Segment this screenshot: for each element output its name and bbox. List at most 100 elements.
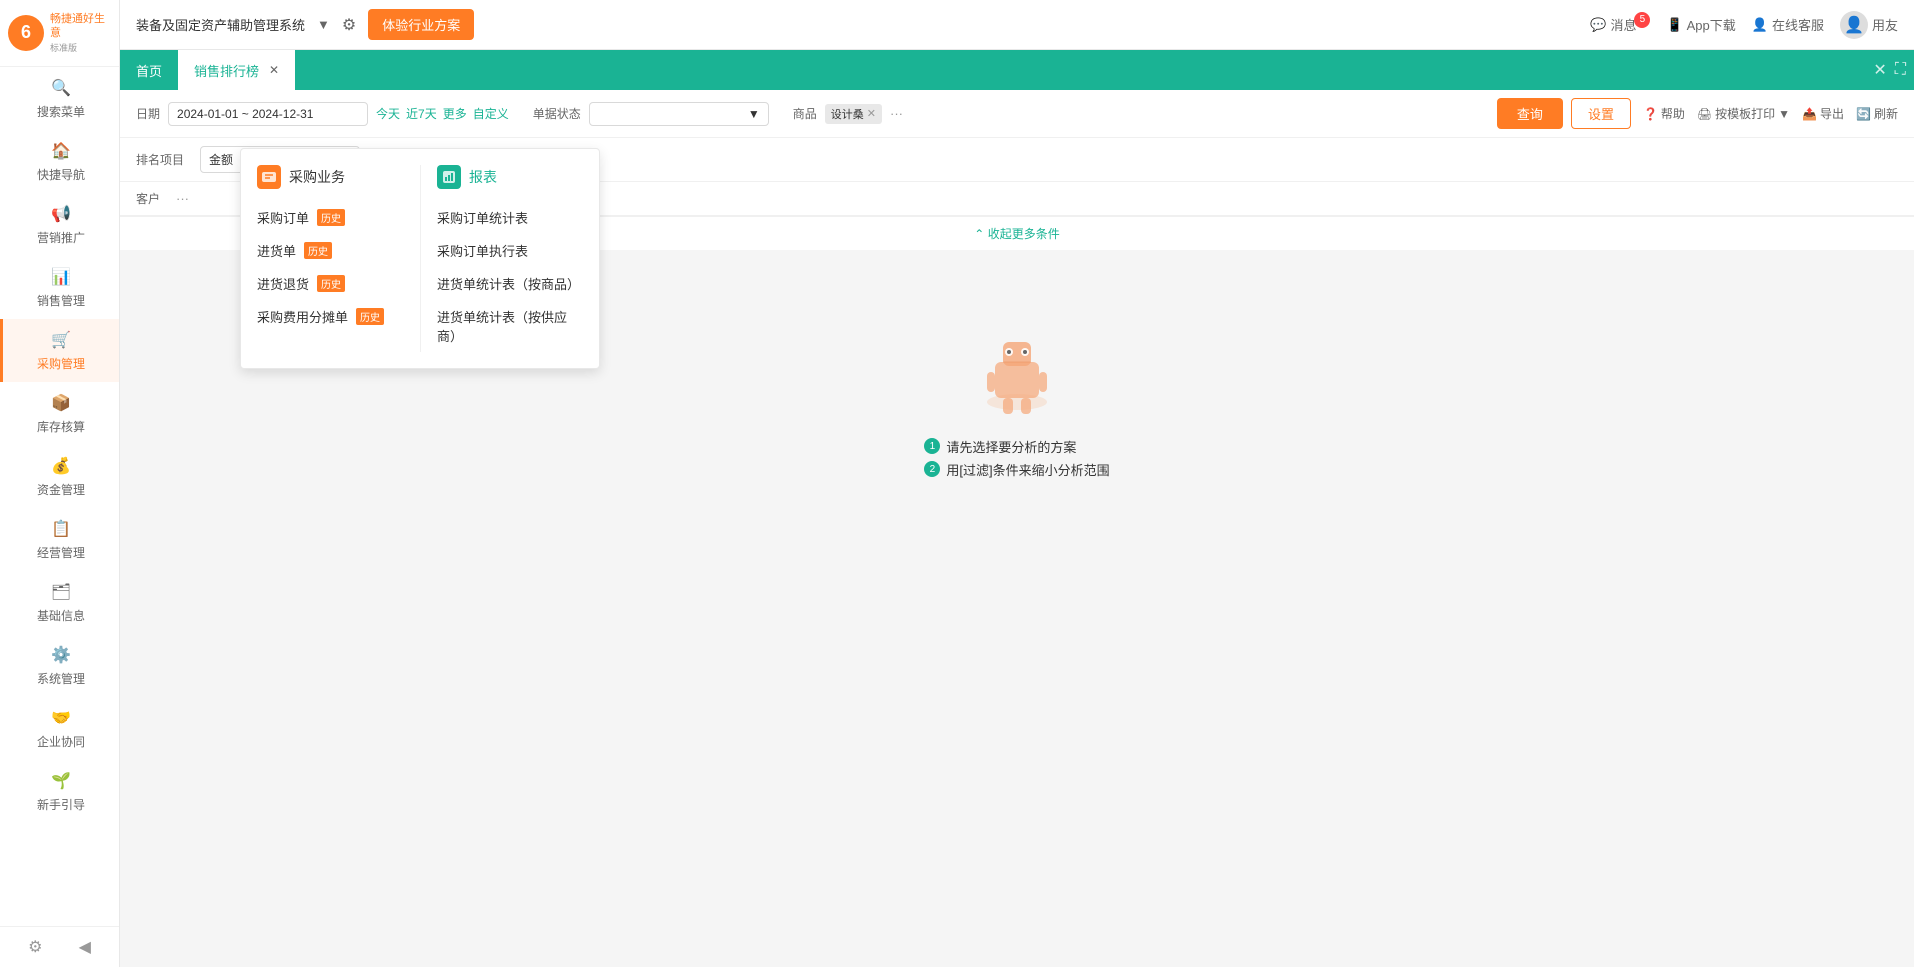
online-service-label: 在线客服 <box>1772 15 1824 34</box>
menu-item-report4[interactable]: 进货单统计表（按供应商） <box>437 300 583 352</box>
menu-item-inbound[interactable]: 进货单 历史 <box>257 234 420 267</box>
logo-icon: 6 <box>8 15 44 51</box>
goods-tag-close-icon[interactable]: ✕ <box>867 107 876 120</box>
sidebar-label-finance: 资金管理 <box>37 481 85 498</box>
chevron-down-icon: ▼ <box>748 107 760 121</box>
shortcut-today[interactable]: 今天 <box>376 105 400 122</box>
header-right: 💬 消息 5 📱 App下载 👤 在线客服 👤 用友 <box>1590 11 1898 39</box>
sidebar-item-system[interactable]: ⚙️ 系统管理 <box>0 634 119 697</box>
menu-item-report3[interactable]: 进货单统计表（按商品） <box>437 267 583 300</box>
app-download-label: App下载 <box>1687 15 1736 34</box>
date-range-input[interactable]: 2024-01-01 ~ 2024-12-31 <box>168 102 368 126</box>
print-label: 按模板打印 <box>1715 105 1775 122</box>
sidebar-bottom: ⚙ ◀ <box>0 926 119 967</box>
tab-close-icon[interactable]: ✕ <box>269 63 279 77</box>
sidebar-item-sales[interactable]: 📊 销售管理 <box>0 256 119 319</box>
sidebar-collapse-btn[interactable]: ◀ <box>79 937 91 957</box>
status-select[interactable]: ▼ <box>589 102 769 126</box>
filter-top-section: 日期 2024-01-01 ~ 2024-12-31 今天 近7天 更多 自定义… <box>136 102 1497 126</box>
refresh-icon: 🔄 <box>1856 107 1871 121</box>
help-icon: ❓ <box>1643 107 1658 121</box>
user-btn[interactable]: 👤 用友 <box>1840 11 1898 39</box>
sidebar-item-operation[interactable]: 📋 经营管理 <box>0 508 119 571</box>
header-settings-btn[interactable]: ⚙ <box>342 15 356 35</box>
status-label: 单据状态 <box>533 105 581 122</box>
sidebar-item-marketing[interactable]: 📢 营销推广 <box>0 193 119 256</box>
inventory-icon: 📦 <box>50 392 72 414</box>
sidebar-label-operation: 经营管理 <box>37 544 85 561</box>
shortcut-custom[interactable]: 自定义 <box>473 105 509 122</box>
system-icon: ⚙️ <box>50 644 72 666</box>
tab-expand-icon[interactable]: ⛶ <box>1895 61 1906 79</box>
purchase-menu-section: 采购业务 采购订单 历史 进货单 历史 进货退货 历史 <box>257 165 420 352</box>
message-badge: 5 <box>1634 12 1650 28</box>
sidebar-label-basic-info: 基础信息 <box>37 607 85 624</box>
sidebar-settings-btn[interactable]: ⚙ <box>28 937 42 957</box>
sidebar-label-search: 搜索菜单 <box>37 103 85 120</box>
date-label: 日期 <box>136 105 160 122</box>
menu-item-purchase-order-label: 采购订单 <box>257 208 309 227</box>
sidebar-label-enterprise: 企业协同 <box>37 733 85 750</box>
basic-info-icon: 🗂 <box>50 581 72 603</box>
menu-item-report3-label: 进货单统计表（按商品） <box>437 274 580 293</box>
sidebar-item-inventory[interactable]: 📦 库存核算 <box>0 382 119 445</box>
sidebar-item-finance[interactable]: 💰 资金管理 <box>0 445 119 508</box>
help-btn[interactable]: ❓ 帮助 <box>1643 105 1685 122</box>
tab-close-all-icon[interactable]: ✕ <box>1873 60 1886 80</box>
menu-item-purchase-order-badge: 历史 <box>317 209 345 226</box>
menu-item-return-badge: 历史 <box>317 275 345 292</box>
online-service-btn[interactable]: 👤 在线客服 <box>1752 15 1824 34</box>
tab-home[interactable]: 首页 <box>120 50 178 90</box>
report-section-icon <box>437 165 461 189</box>
industry-btn[interactable]: 体验行业方案 <box>368 9 474 40</box>
report-section-header: 报表 <box>437 165 583 189</box>
menu-item-return[interactable]: 进货退货 历史 <box>257 267 420 300</box>
report-menu-section: 报表 采购订单统计表 采购订单执行表 进货单统计表（按商品） 进货单统计表（按供… <box>420 165 583 352</box>
sidebar-item-enterprise[interactable]: 🤝 企业协同 <box>0 697 119 760</box>
menu-item-return-label: 进货退货 <box>257 274 309 293</box>
sidebar-label-sales: 销售管理 <box>37 292 85 309</box>
print-btn[interactable]: 🖨 按模板打印 ▼ <box>1697 105 1790 122</box>
avatar: 👤 <box>1840 11 1868 39</box>
header-dropdown-btn[interactable]: ▼ <box>317 17 330 32</box>
sidebar-label-quick-nav: 快捷导航 <box>37 166 85 183</box>
message-btn[interactable]: 💬 消息 5 <box>1590 15 1650 34</box>
tab-sales-rank[interactable]: 销售排行榜 ✕ <box>178 50 295 90</box>
user-label: 用友 <box>1872 15 1898 34</box>
empty-text: 1 请先选择要分析的方案 2 用[过滤]条件来缩小分析范围 <box>924 437 1109 479</box>
chevron-up-icon: ⌃ <box>974 227 984 241</box>
customer-more[interactable]: ··· <box>176 191 189 206</box>
content-area: 日期 2024-01-01 ~ 2024-12-31 今天 近7天 更多 自定义… <box>120 90 1914 967</box>
menu-item-purchase-order[interactable]: 采购订单 历史 <box>257 201 420 234</box>
menu-item-report1[interactable]: 采购订单统计表 <box>437 201 583 234</box>
ranking-value: 金额 <box>209 151 233 168</box>
report-section-title: 报表 <box>469 167 497 187</box>
goods-tag: 设计桑 ✕ <box>825 104 882 124</box>
goods-more-icon[interactable]: ··· <box>890 106 903 121</box>
menu-item-expense[interactable]: 采购费用分摊单 历史 <box>257 300 420 333</box>
menu-item-report1-label: 采购订单统计表 <box>437 208 528 227</box>
query-button[interactable]: 查询 <box>1497 98 1563 129</box>
shortcut-more[interactable]: 更多 <box>443 105 467 122</box>
sidebar-item-basic-info[interactable]: 🗂 基础信息 <box>0 571 119 634</box>
app-download-btn[interactable]: 📱 App下载 <box>1666 15 1735 34</box>
sidebar-item-search[interactable]: 🔍 搜索菜单 <box>0 67 119 130</box>
hint1-number: 1 <box>924 438 940 454</box>
menu-item-report2[interactable]: 采购订单执行表 <box>437 234 583 267</box>
date-shortcuts: 今天 近7天 更多 自定义 <box>376 105 509 122</box>
tab-bar: 首页 销售排行榜 ✕ ✕ ⛶ <box>120 50 1914 90</box>
report-icon-svg <box>441 169 457 185</box>
menu-item-expense-label: 采购费用分摊单 <box>257 307 348 326</box>
sidebar-item-purchase[interactable]: 🛒 采购管理 <box>0 319 119 382</box>
refresh-btn[interactable]: 🔄 刷新 <box>1856 105 1898 122</box>
sales-icon: 📊 <box>50 266 72 288</box>
empty-illustration <box>967 322 1067 425</box>
filter-top-actions: 查询 设置 <box>1497 98 1631 129</box>
settings-button[interactable]: 设置 <box>1571 98 1631 129</box>
sidebar-item-guide[interactable]: 🌱 新手引导 <box>0 760 119 823</box>
sidebar-item-quick-nav[interactable]: 🏠 快捷导航 <box>0 130 119 193</box>
shortcut-7days[interactable]: 近7天 <box>406 105 437 122</box>
toolbar-right: ❓ 帮助 🖨 按模板打印 ▼ 📤 导出 🔄 刷新 <box>1643 105 1898 122</box>
export-btn[interactable]: 📤 导出 <box>1802 105 1844 122</box>
ranking-label: 排名项目 <box>136 151 184 168</box>
